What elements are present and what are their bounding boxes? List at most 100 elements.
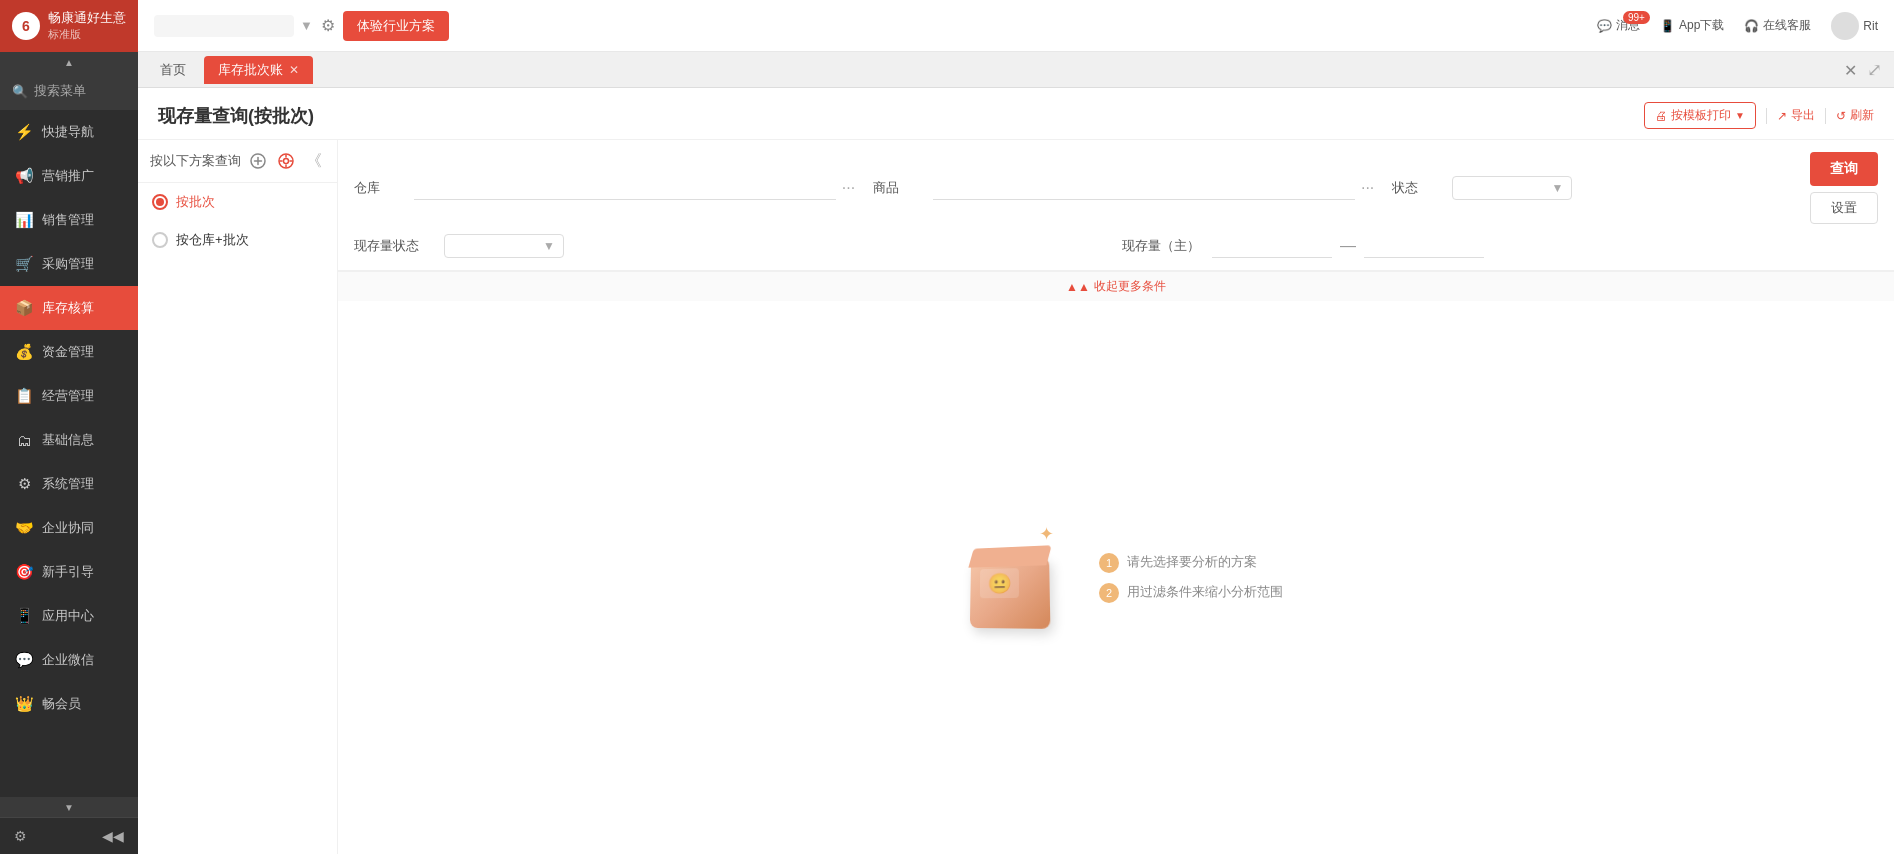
online-service-btn[interactable]: 🎧 在线客服	[1744, 17, 1811, 34]
print-dropdown-icon[interactable]: ▼	[1735, 110, 1745, 121]
product-input[interactable]	[933, 177, 1355, 200]
filter-row-1: 仓库 ··· 商品 ··· 状态	[354, 152, 1878, 224]
inventory-icon: 📦	[14, 298, 34, 318]
sidebar-item-enterprise[interactable]: 🤝 企业协同	[0, 506, 138, 550]
collapse-panel-btn[interactable]: 《	[303, 150, 325, 172]
online-service-label: 在线客服	[1763, 17, 1811, 34]
stock-qty-to-input[interactable]	[1364, 235, 1484, 258]
topbar: ▼ ⚙ 体验行业方案 💬 消息 99+ 📱 App下载 🎧 在线客服 Rit	[138, 0, 1894, 52]
sidebar-item-label: 采购管理	[42, 255, 94, 273]
box-face: 😐	[980, 568, 1019, 598]
basic-icon: 🗂	[14, 430, 34, 450]
product-dots-btn[interactable]: ···	[1355, 179, 1380, 197]
print-btn[interactable]: 🖨 按模板打印 ▼	[1644, 102, 1756, 129]
status-label: 状态	[1392, 179, 1452, 197]
left-panel-title: 按以下方案查询	[150, 152, 241, 170]
app-download-btn[interactable]: 📱 App下载	[1660, 17, 1724, 34]
topbar-search-input[interactable]	[154, 15, 294, 37]
shortcut-icon: ⚡	[14, 122, 34, 142]
enterprise-icon: 🤝	[14, 518, 34, 538]
scheme-by-warehouse-batch[interactable]: 按仓库+批次	[138, 221, 337, 259]
empty-state: ✦ 😐 1 请先选择要分析的方案 2	[338, 301, 1894, 854]
sidebar-nav: ⚡ 快捷导航 📢 营销推广 📊 销售管理 🛒 采购管理 📦 库存核算 💰 资金管…	[0, 110, 138, 797]
sidebar-item-operation[interactable]: 📋 经营管理	[0, 374, 138, 418]
app-download-label: App下载	[1679, 17, 1724, 34]
expand-icon[interactable]: ⤢	[1867, 59, 1882, 81]
sidebar-item-newbie[interactable]: 🎯 新手引导	[0, 550, 138, 594]
apps-icon: 📱	[14, 606, 34, 626]
page-close-btn[interactable]: ✕	[1840, 57, 1861, 84]
topbar-gear-icon[interactable]: ⚙	[321, 16, 335, 35]
tab-close-area: ✕ ⤢	[1840, 52, 1894, 88]
settings-btn[interactable]: 设置	[1810, 192, 1878, 224]
message-icon: 💬	[1597, 19, 1612, 33]
topbar-dropdown-icon[interactable]: ▼	[300, 18, 313, 33]
sidebar-scroll-down[interactable]: ▼	[0, 797, 138, 817]
tab-inventory-batch[interactable]: 库存批次账 ✕	[204, 56, 313, 84]
sidebar-item-system[interactable]: ⚙ 系统管理	[0, 462, 138, 506]
add-scheme-btn[interactable]	[247, 150, 269, 172]
sidebar-item-member[interactable]: 👑 畅会员	[0, 682, 138, 726]
warehouse-dots-btn[interactable]: ···	[836, 179, 861, 197]
app-logo: 6	[12, 12, 40, 40]
stock-status-filter: 现存量状态 ▼	[354, 234, 1110, 258]
stock-status-select[interactable]: ▼	[444, 234, 564, 258]
tip-text-2: 用过滤条件来缩小分析范围	[1127, 583, 1283, 601]
filter-row-2: 现存量状态 ▼ 现存量（主） —	[354, 234, 1878, 258]
sidebar-item-sales[interactable]: 📊 销售管理	[0, 198, 138, 242]
stock-status-label: 现存量状态	[354, 237, 444, 255]
sidebar-item-shortcut[interactable]: ⚡ 快捷导航	[0, 110, 138, 154]
query-btn[interactable]: 查询	[1810, 152, 1878, 186]
print-label: 按模板打印	[1671, 107, 1731, 124]
sidebar-search[interactable]: 🔍 搜索菜单	[0, 72, 138, 110]
empty-tips: 1 请先选择要分析的方案 2 用过滤条件来缩小分析范围	[1099, 553, 1283, 603]
export-btn[interactable]: ↗ 导出	[1777, 107, 1815, 124]
sidebar-item-apps[interactable]: 📱 应用中心	[0, 594, 138, 638]
page-header-actions: 🖨 按模板打印 ▼ ↗ 导出 ↺ 刷新	[1644, 102, 1874, 129]
tip-text-1: 请先选择要分析的方案	[1127, 553, 1257, 571]
sidebar-item-wechat[interactable]: 💬 企业微信	[0, 638, 138, 682]
filter-area: 仓库 ··· 商品 ··· 状态	[338, 140, 1894, 271]
phone-icon: 📱	[1660, 19, 1675, 33]
marketing-icon: 📢	[14, 166, 34, 186]
collapse-bar[interactable]: ▲▲ 收起更多条件	[338, 271, 1894, 301]
scheme-settings-btn[interactable]	[275, 150, 297, 172]
wechat-icon: 💬	[14, 650, 34, 670]
tip-num-2: 2	[1099, 583, 1119, 603]
sidebar-item-label: 基础信息	[42, 431, 94, 449]
export-icon: ↗	[1777, 109, 1787, 123]
user-area[interactable]: Rit	[1831, 12, 1878, 40]
refresh-icon: ↺	[1836, 109, 1846, 123]
sidebar-item-inventory[interactable]: 📦 库存核算	[0, 286, 138, 330]
settings-footer-btn[interactable]: ⚙	[14, 828, 27, 844]
tip-num-1: 1	[1099, 553, 1119, 573]
product-filter: 商品 ···	[873, 177, 1380, 200]
scheme-by-batch[interactable]: 按批次	[138, 183, 337, 221]
sidebar-item-basic[interactable]: 🗂 基础信息	[0, 418, 138, 462]
status-select-arrow: ▼	[1551, 181, 1563, 195]
stock-qty-from-input[interactable]	[1212, 235, 1332, 258]
empty-tip-2: 2 用过滤条件来缩小分析范围	[1099, 583, 1283, 603]
sidebar-item-finance[interactable]: 💰 资金管理	[0, 330, 138, 374]
sidebar-item-purchase[interactable]: 🛒 采购管理	[0, 242, 138, 286]
industry-btn[interactable]: 体验行业方案	[343, 11, 449, 41]
scheme-by-batch-label: 按批次	[176, 193, 215, 211]
operation-icon: 📋	[14, 386, 34, 406]
product-label: 商品	[873, 179, 933, 197]
main-area: ▼ ⚙ 体验行业方案 💬 消息 99+ 📱 App下载 🎧 在线客服 Rit	[138, 0, 1894, 854]
radio-by-batch	[152, 194, 168, 210]
message-btn[interactable]: 💬 消息 99+	[1597, 17, 1640, 34]
sidebar-item-marketing[interactable]: 📢 营销推广	[0, 154, 138, 198]
stock-qty-filter: 现存量（主） —	[1122, 235, 1878, 258]
print-icon: 🖨	[1655, 109, 1667, 123]
warehouse-input[interactable]	[414, 177, 836, 200]
left-panel-header: 按以下方案查询	[138, 140, 337, 183]
tab-close-btn[interactable]: ✕	[289, 64, 299, 76]
sidebar-scroll-up[interactable]: ▲	[0, 52, 138, 72]
refresh-btn[interactable]: ↺ 刷新	[1836, 107, 1874, 124]
page-title: 现存量查询(按批次)	[158, 104, 314, 128]
collapse-sidebar-btn[interactable]: ◀◀	[102, 828, 124, 844]
status-select[interactable]: ▼	[1452, 176, 1572, 200]
tab-home[interactable]: 首页	[146, 56, 200, 84]
action-btns: 查询 设置	[1810, 152, 1878, 224]
